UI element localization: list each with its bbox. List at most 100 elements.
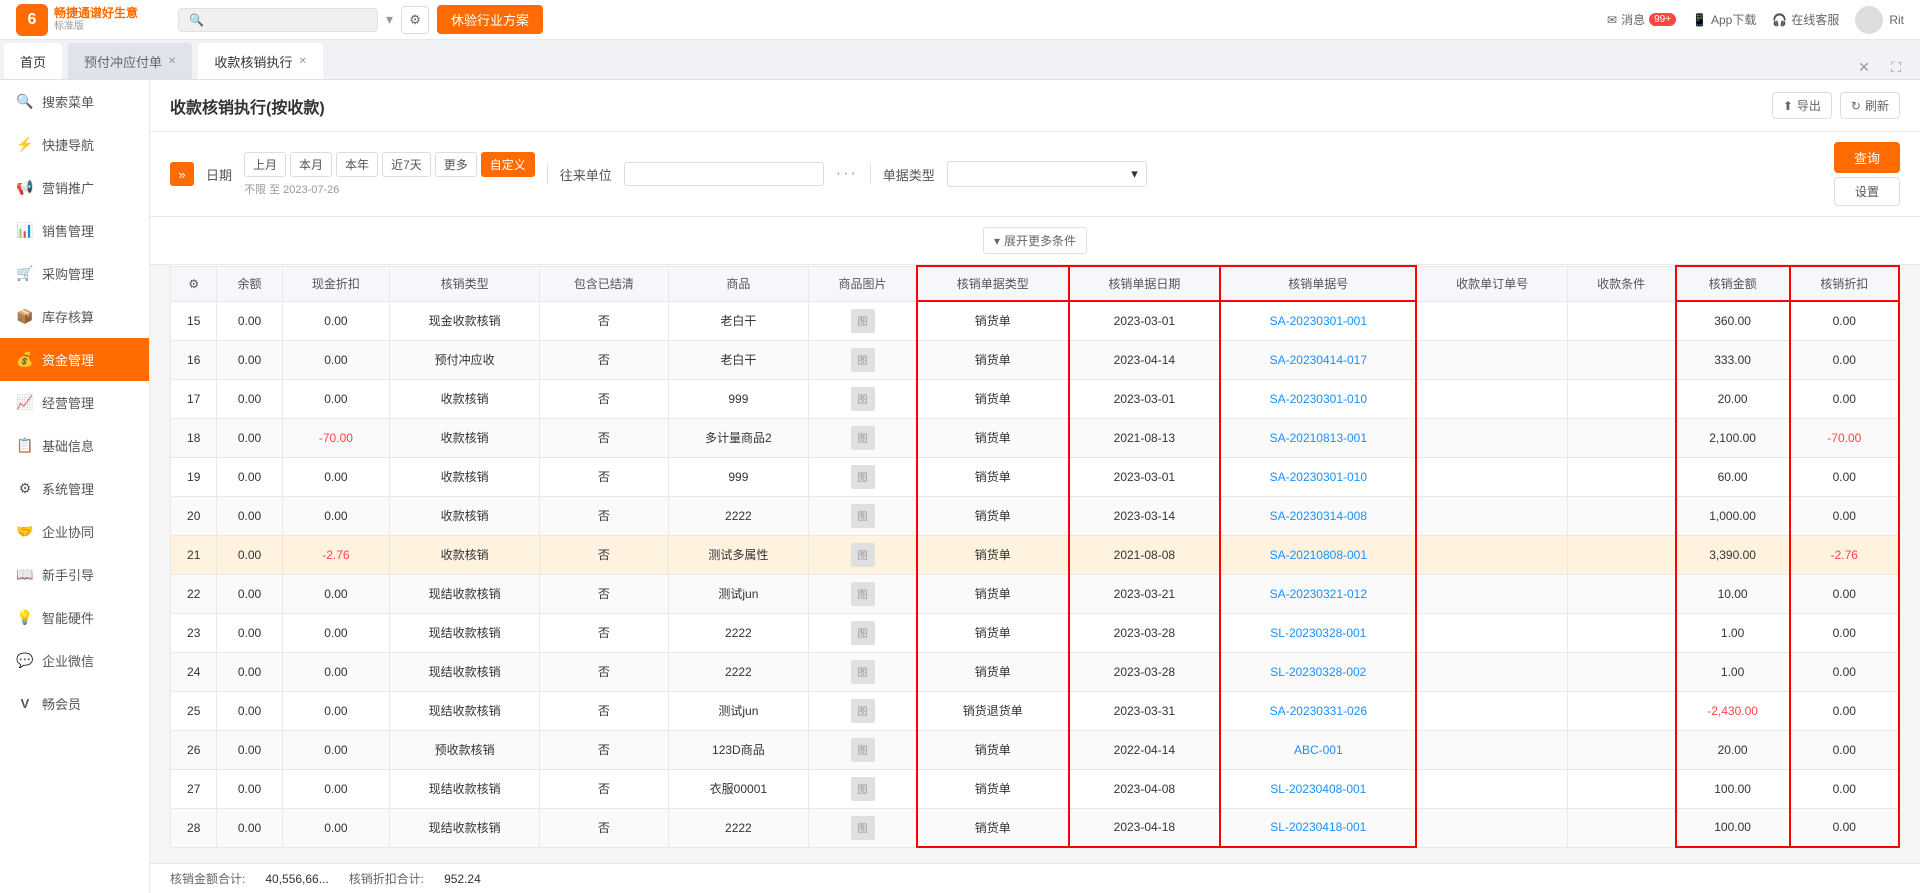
total-amount-value: 40,556,66... xyxy=(265,872,328,886)
cell-bill-no[interactable]: SA-20210808-001 xyxy=(1220,535,1416,574)
sidebar-item-inventory[interactable]: 📦 库存核算 xyxy=(0,295,149,338)
date-btn-this-year[interactable]: 本年 xyxy=(336,152,378,177)
industry-btn[interactable]: 休验行业方案 xyxy=(437,5,543,34)
cell-receipt-order xyxy=(1416,301,1567,340)
bill-no-link[interactable]: SA-20230331-026 xyxy=(1270,704,1367,718)
th-balance: 余额 xyxy=(217,266,282,301)
sidebar-item-marketing[interactable]: 📢 营销推广 xyxy=(0,166,149,209)
date-label: 日期 xyxy=(206,165,232,184)
tab-writeoff-close[interactable]: ✕ xyxy=(298,56,306,67)
date-btn-custom[interactable]: 自定义 xyxy=(481,152,535,177)
cell-balance: 0.00 xyxy=(217,691,282,730)
bill-no-link[interactable]: SL-20230328-002 xyxy=(1270,665,1366,679)
refresh-button[interactable]: ↻ 刷新 xyxy=(1840,92,1900,119)
cell-bill-no[interactable]: SA-20230414-017 xyxy=(1220,340,1416,379)
cell-bill-no[interactable]: SL-20230408-001 xyxy=(1220,769,1416,808)
cell-bill-no[interactable]: SA-20230301-010 xyxy=(1220,379,1416,418)
tab-home[interactable]: 首页 xyxy=(4,43,62,79)
dropdown-icon[interactable]: ▾ xyxy=(386,11,393,28)
sidebar-item-wechat[interactable]: 💬 企业微信 xyxy=(0,639,149,682)
bill-no-link[interactable]: SA-20230414-017 xyxy=(1270,353,1367,367)
sidebar-label-quicknav: 快捷导航 xyxy=(42,135,94,154)
cell-bill-no[interactable]: SA-20230314-008 xyxy=(1220,496,1416,535)
cell-cash-discount: 0.00 xyxy=(282,769,390,808)
cell-bill-date: 2023-03-01 xyxy=(1069,301,1221,340)
bill-type-select[interactable]: ▾ xyxy=(947,161,1147,187)
table-row: 17 0.00 0.00 收款核销 否 999 图 销货单 2023-03-01… xyxy=(171,379,1900,418)
th-discount: 核销折扣 xyxy=(1790,266,1899,301)
tab-prepay[interactable]: 预付冲应付单 ✕ xyxy=(68,43,192,79)
online-service-btn[interactable]: 🎧 在线客服 xyxy=(1772,11,1839,28)
sidebar-item-basic-info[interactable]: 📋 基础信息 xyxy=(0,424,149,467)
export-button[interactable]: ⬆ 导出 xyxy=(1772,92,1832,119)
sidebar-item-collab[interactable]: 🤝 企业协同 xyxy=(0,510,149,553)
th-bill-type: 核销单据类型 xyxy=(917,266,1069,301)
cell-goods-img: 图 xyxy=(809,496,917,535)
cell-cash-discount: 0.00 xyxy=(282,574,390,613)
cell-receipt-condition xyxy=(1567,340,1675,379)
cell-bill-no[interactable]: SA-20210813-001 xyxy=(1220,418,1416,457)
date-btn-more[interactable]: 更多 xyxy=(435,152,477,177)
bill-no-link[interactable]: SL-20230408-001 xyxy=(1270,782,1366,796)
cell-id: 15 xyxy=(171,301,217,340)
tab-writeoff[interactable]: 收款核销执行 ✕ xyxy=(198,43,322,79)
gear-button[interactable]: ⚙ xyxy=(401,6,429,34)
sidebar-item-purchase[interactable]: 🛒 采购管理 xyxy=(0,252,149,295)
cell-discount: 0.00 xyxy=(1790,613,1899,652)
bill-no-link[interactable]: SA-20210808-001 xyxy=(1270,548,1367,562)
th-settings[interactable]: ⚙ xyxy=(171,266,217,301)
sidebar-label-search: 搜索菜单 xyxy=(42,92,94,111)
bill-no-link[interactable]: SA-20230301-010 xyxy=(1270,392,1367,406)
cell-bill-no[interactable]: SA-20230301-010 xyxy=(1220,457,1416,496)
bill-no-link[interactable]: SA-20230314-008 xyxy=(1270,509,1367,523)
app-download-btn[interactable]: 📱 App下载 xyxy=(1692,11,1756,28)
cell-bill-no[interactable]: ABC-001 xyxy=(1220,730,1416,769)
cell-cash-discount: 0.00 xyxy=(282,652,390,691)
date-btn-this-month[interactable]: 本月 xyxy=(290,152,332,177)
cell-bill-no[interactable]: SL-20230328-001 xyxy=(1220,613,1416,652)
settings-button[interactable]: 设置 xyxy=(1834,177,1900,206)
sidebar-item-search[interactable]: 🔍 搜索菜单 xyxy=(0,80,149,123)
system-icon: ⚙ xyxy=(16,480,34,498)
bill-no-link[interactable]: SA-20230301-010 xyxy=(1270,470,1367,484)
sidebar-label-basic-info: 基础信息 xyxy=(42,436,94,455)
filter-collapse-btn[interactable]: » xyxy=(170,162,194,186)
sidebar-item-sales[interactable]: 📊 销售管理 xyxy=(0,209,149,252)
message-btn[interactable]: ✉ 消息 99+ xyxy=(1607,11,1676,28)
table-row: 16 0.00 0.00 预付冲应收 否 老白干 图 销货单 2023-04-1… xyxy=(171,340,1900,379)
sidebar-item-quicknav[interactable]: ⚡ 快捷导航 xyxy=(0,123,149,166)
cell-bill-no[interactable]: SA-20230321-012 xyxy=(1220,574,1416,613)
bill-no-link[interactable]: SA-20210813-001 xyxy=(1270,431,1367,445)
date-btn-last-month[interactable]: 上月 xyxy=(244,152,286,177)
user-area[interactable]: Rit xyxy=(1855,6,1904,34)
cell-goods-img: 图 xyxy=(809,535,917,574)
cell-bill-no[interactable]: SA-20230301-001 xyxy=(1220,301,1416,340)
expand-more-btn[interactable]: ▾ 展开更多条件 xyxy=(983,227,1087,254)
cell-bill-no[interactable]: SL-20230328-002 xyxy=(1220,652,1416,691)
sidebar-item-system[interactable]: ⚙ 系统管理 xyxy=(0,467,149,510)
bill-no-link[interactable]: SA-20230321-012 xyxy=(1270,587,1367,601)
sidebar-item-guide[interactable]: 📖 新手引导 xyxy=(0,553,149,596)
cell-settled: 否 xyxy=(539,691,668,730)
cell-cash-discount: -70.00 xyxy=(282,418,390,457)
sidebar-item-finance[interactable]: 💰 资金管理 xyxy=(0,338,149,381)
cell-bill-no[interactable]: SL-20230418-001 xyxy=(1220,808,1416,847)
app-download-label: App下载 xyxy=(1711,11,1756,28)
sidebar-item-operations[interactable]: 📈 经营管理 xyxy=(0,381,149,424)
bill-no-link[interactable]: SL-20230418-001 xyxy=(1270,820,1366,834)
cell-bill-no[interactable]: SA-20230331-026 xyxy=(1220,691,1416,730)
from-unit-input[interactable] xyxy=(624,162,824,186)
date-btn-7days[interactable]: 近7天 xyxy=(382,152,431,177)
cell-cash-discount: 0.00 xyxy=(282,379,390,418)
tab-prepay-close[interactable]: ✕ xyxy=(168,56,176,67)
tab-fullscreen[interactable]: ⛶ xyxy=(1884,55,1908,79)
sidebar-item-hardware[interactable]: 💡 智能硬件 xyxy=(0,596,149,639)
table-container[interactable]: ⚙ 余额 现金折扣 核销类型 包含已结清 商品 商品图片 核销单据类型 核销单据… xyxy=(150,265,1920,863)
bill-no-link[interactable]: ABC-001 xyxy=(1294,743,1343,757)
query-button[interactable]: 查询 xyxy=(1834,142,1900,173)
bill-no-link[interactable]: SA-20230301-001 xyxy=(1270,314,1367,328)
tab-close-all[interactable]: ✕ xyxy=(1852,55,1876,79)
bill-no-link[interactable]: SL-20230328-001 xyxy=(1270,626,1366,640)
expand-more-bar: ▾ 展开更多条件 xyxy=(150,217,1920,265)
sidebar-item-member[interactable]: V 畅会员 xyxy=(0,682,149,725)
